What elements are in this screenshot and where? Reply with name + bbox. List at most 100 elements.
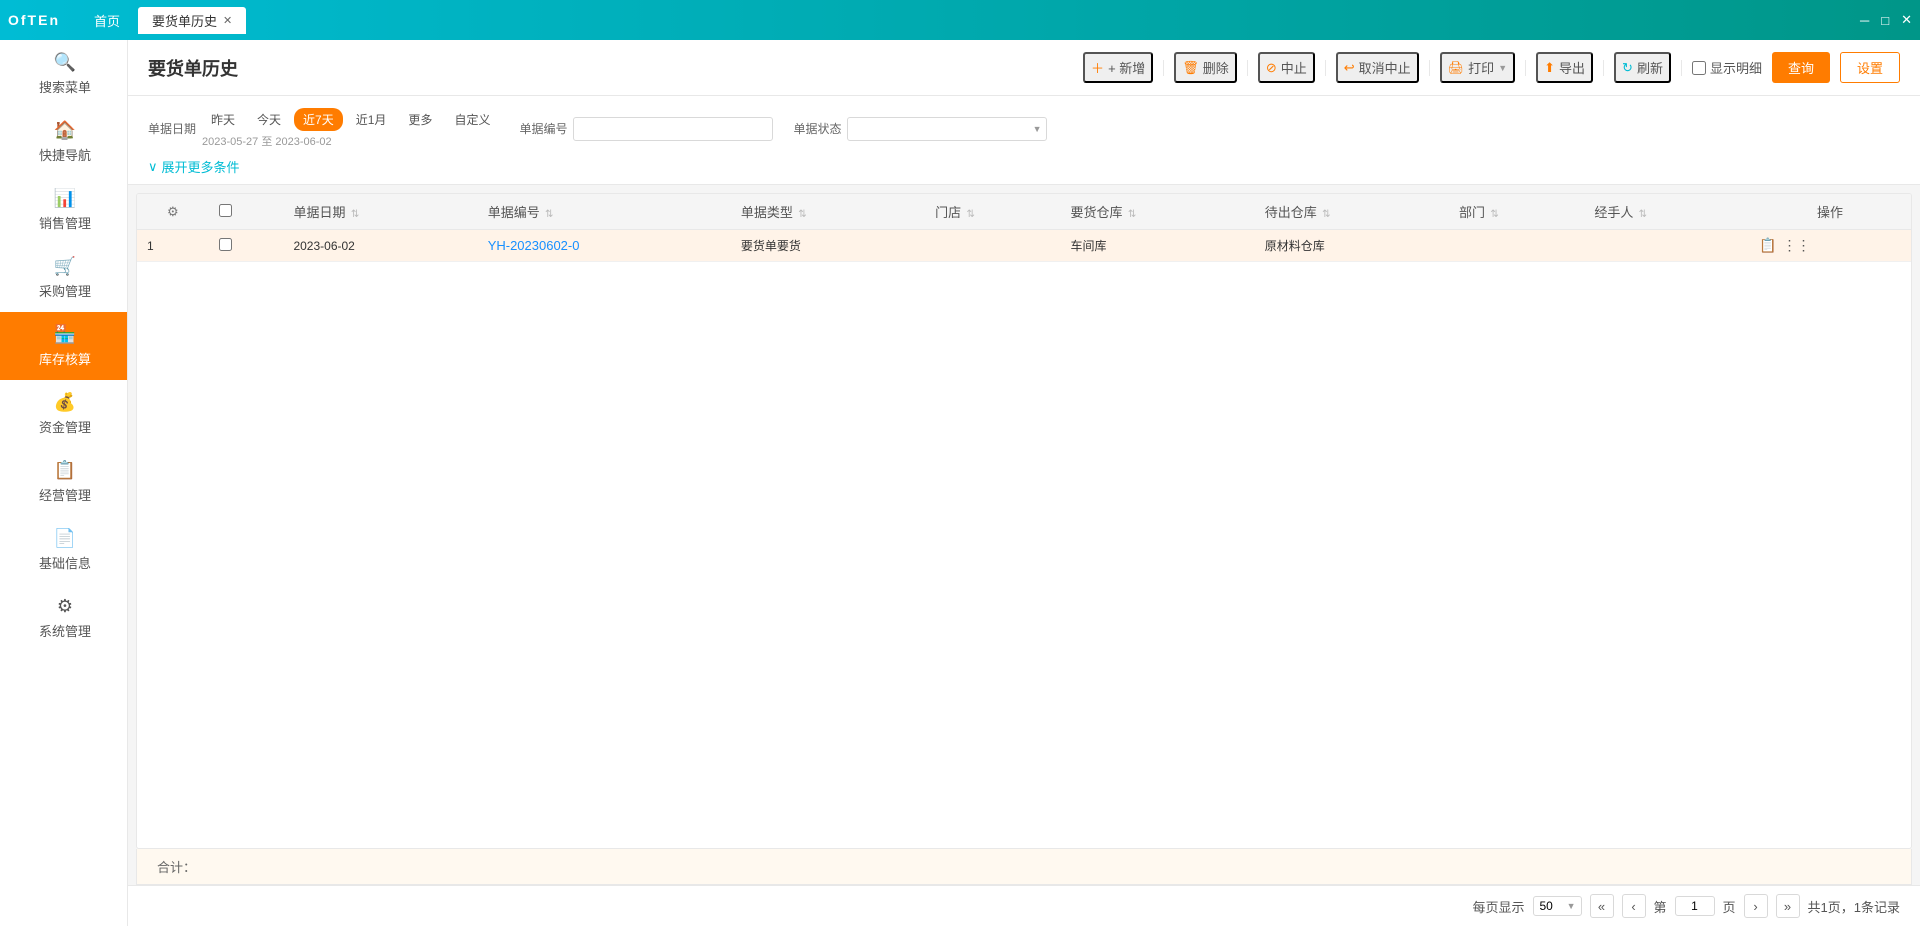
action-icons: 📋 ⋮⋮ (1759, 237, 1901, 254)
date-today-btn[interactable]: 今天 (248, 108, 290, 131)
cell-date: 2023-06-02 (283, 230, 477, 262)
table-row: 1 2023-06-02 YH-20230602-0 要货单要货 车间库 原材料… (137, 230, 1911, 262)
cell-doc-type: 要货单要货 (731, 230, 925, 262)
date-7days-btn[interactable]: 近7天 (294, 108, 343, 131)
date-filter-btns: 昨天 今天 近7天 近1月 更多 自定义 (202, 108, 499, 131)
new-button[interactable]: ＋ + 新增 (1083, 52, 1153, 83)
th-date[interactable]: 单据日期 ⇅ (283, 194, 477, 230)
th-req-warehouse[interactable]: 要货仓库 ⇅ (1061, 194, 1255, 230)
show-detail-toggle[interactable]: 显示明细 (1692, 58, 1762, 77)
th-doc-type[interactable]: 单据类型 ⇅ (731, 194, 925, 230)
page-first-btn[interactable]: « (1590, 894, 1614, 918)
page-header: 要货单历史 ＋ + 新增 🗑 删除 ⊘ 中止 ↩ (128, 40, 1920, 96)
pagination: 每页显示 10 20 50 100 « ‹ 第 页 › » 共1页，1条记录 (128, 885, 1920, 926)
cell-pending-warehouse: 原材料仓库 (1255, 230, 1449, 262)
expand-more-btn[interactable]: ∨ 展开更多条件 (148, 157, 1900, 176)
basic-info-icon: 📄 (54, 528, 76, 549)
refresh-button[interactable]: ↻ 刷新 (1614, 52, 1671, 83)
sort-store-icon: ⇅ (967, 209, 975, 220)
export-button[interactable]: ⬆ 导出 (1536, 52, 1593, 83)
th-handler[interactable]: 经手人 ⇅ (1584, 194, 1749, 230)
data-table: ⚙ 单据日期 ⇅ 单据编号 ⇅ (137, 194, 1911, 262)
filter-row: 单据日期 昨天 今天 近7天 近1月 更多 自定义 2023-05-27 至 2… (148, 108, 1900, 149)
stop-icon: ⊘ (1266, 60, 1277, 76)
main-layout: 🔍 搜索菜单 🏠 快捷导航 📊 销售管理 🛒 采购管理 🏪 库存核算 💰 资金管… (0, 40, 1920, 926)
sidebar-item-finance[interactable]: 💰 资金管理 (0, 380, 127, 448)
print-dropdown-icon: ▼ (1498, 63, 1507, 73)
sort-dept-icon: ⇅ (1490, 209, 1498, 220)
date-custom-btn[interactable]: 自定义 (445, 108, 499, 131)
stop-button[interactable]: ⊘ 中止 (1258, 52, 1315, 83)
sidebar-item-basic-info[interactable]: 📄 基础信息 (0, 516, 127, 584)
settings-button[interactable]: 设置 (1840, 52, 1900, 83)
th-pending-warehouse[interactable]: 待出仓库 ⇅ (1255, 194, 1449, 230)
cell-req-warehouse: 车间库 (1061, 230, 1255, 262)
tab-bar: OfTEn 首页 要货单历史 ✕ (8, 7, 1860, 34)
close-button[interactable]: ✕ (1901, 12, 1912, 28)
page-number-input[interactable] (1675, 896, 1715, 916)
sidebar-item-operations[interactable]: 📋 经营管理 (0, 448, 127, 516)
tab-home[interactable]: 首页 (80, 7, 134, 34)
sidebar-item-sales[interactable]: 📊 销售管理 (0, 176, 127, 244)
date-more-btn[interactable]: 更多 (399, 108, 441, 131)
sidebar-item-quick-nav[interactable]: 🏠 快捷导航 (0, 108, 127, 176)
doc-status-select[interactable] (847, 117, 1047, 141)
doc-status-filter: 单据状态 (793, 117, 1047, 141)
page-next-btn[interactable]: › (1744, 894, 1768, 918)
sort-handler-icon: ⇅ (1639, 209, 1647, 220)
sort-doc-type-icon: ⇅ (798, 209, 806, 220)
date-yesterday-btn[interactable]: 昨天 (202, 108, 244, 131)
page-last-btn[interactable]: » (1776, 894, 1800, 918)
show-detail-checkbox[interactable] (1692, 61, 1706, 75)
doc-no-link[interactable]: YH-20230602-0 (488, 238, 580, 253)
doc-number-input[interactable] (573, 117, 773, 141)
sidebar-item-system[interactable]: ⚙ 系统管理 (0, 584, 127, 652)
cancel-stop-button[interactable]: ↩ 取消中止 (1336, 52, 1419, 83)
summary-bar: 合计： (136, 849, 1912, 885)
date-1month-btn[interactable]: 近1月 (347, 108, 396, 131)
page-title: 要货单历史 (148, 55, 238, 81)
th-doc-no[interactable]: 单据编号 ⇅ (478, 194, 731, 230)
cell-actions: 📋 ⋮⋮ (1749, 230, 1911, 262)
th-store[interactable]: 门店 ⇅ (925, 194, 1060, 230)
th-checkbox (209, 194, 284, 230)
th-settings[interactable]: ⚙ (137, 194, 209, 230)
tab-close-icon[interactable]: ✕ (223, 14, 232, 27)
sort-pending-warehouse-icon: ⇅ (1322, 209, 1330, 220)
select-all-checkbox[interactable] (219, 204, 232, 217)
page-size-label: 每页显示 (1472, 897, 1524, 916)
row-checkbox[interactable] (219, 238, 232, 251)
summary-label: 合计： (157, 860, 196, 875)
maximize-button[interactable]: □ (1881, 13, 1889, 28)
sort-doc-no-icon: ⇅ (545, 209, 553, 220)
delete-button[interactable]: 🗑 删除 (1174, 52, 1237, 83)
cell-checkbox (209, 230, 284, 262)
page-size-select[interactable]: 10 20 50 100 (1533, 896, 1582, 916)
tab-requisition-history[interactable]: 要货单历史 ✕ (138, 7, 246, 34)
print-button[interactable]: 🖨 打印 ▼ (1440, 52, 1515, 83)
column-settings-icon[interactable]: ⚙ (167, 204, 179, 219)
date-range-text: 2023-05-27 至 2023-06-02 (202, 133, 499, 149)
quick-nav-icon: 🏠 (54, 120, 76, 141)
sort-date-icon: ⇅ (351, 209, 359, 220)
sidebar-item-inventory[interactable]: 🏪 库存核算 (0, 312, 127, 380)
page-size-wrapper: 10 20 50 100 (1533, 896, 1582, 916)
sidebar-item-search-menu[interactable]: 🔍 搜索菜单 (0, 40, 127, 108)
view-action-icon[interactable]: 📋 (1759, 237, 1776, 254)
minimize-button[interactable]: ─ (1860, 13, 1869, 28)
new-icon: ＋ (1091, 58, 1104, 77)
date-filter-item: 单据日期 昨天 今天 近7天 近1月 更多 自定义 2023-05-27 至 2… (148, 108, 499, 149)
edit-action-icon[interactable]: ⋮⋮ (1783, 237, 1811, 254)
sales-icon: 📊 (54, 188, 76, 209)
sidebar-item-purchase[interactable]: 🛒 采购管理 (0, 244, 127, 312)
page-prev-btn[interactable]: ‹ (1622, 894, 1646, 918)
cancel-stop-icon: ↩ (1344, 60, 1355, 76)
table-wrapper: ⚙ 单据日期 ⇅ 单据编号 ⇅ (136, 193, 1912, 849)
cell-handler (1584, 230, 1749, 262)
inventory-icon: 🏪 (54, 324, 76, 345)
query-button[interactable]: 查询 (1772, 52, 1830, 83)
filter-bar: 单据日期 昨天 今天 近7天 近1月 更多 自定义 2023-05-27 至 2… (128, 96, 1920, 185)
th-actions: 操作 (1749, 194, 1911, 230)
th-dept[interactable]: 部门 ⇅ (1449, 194, 1584, 230)
finance-icon: 💰 (54, 392, 76, 413)
